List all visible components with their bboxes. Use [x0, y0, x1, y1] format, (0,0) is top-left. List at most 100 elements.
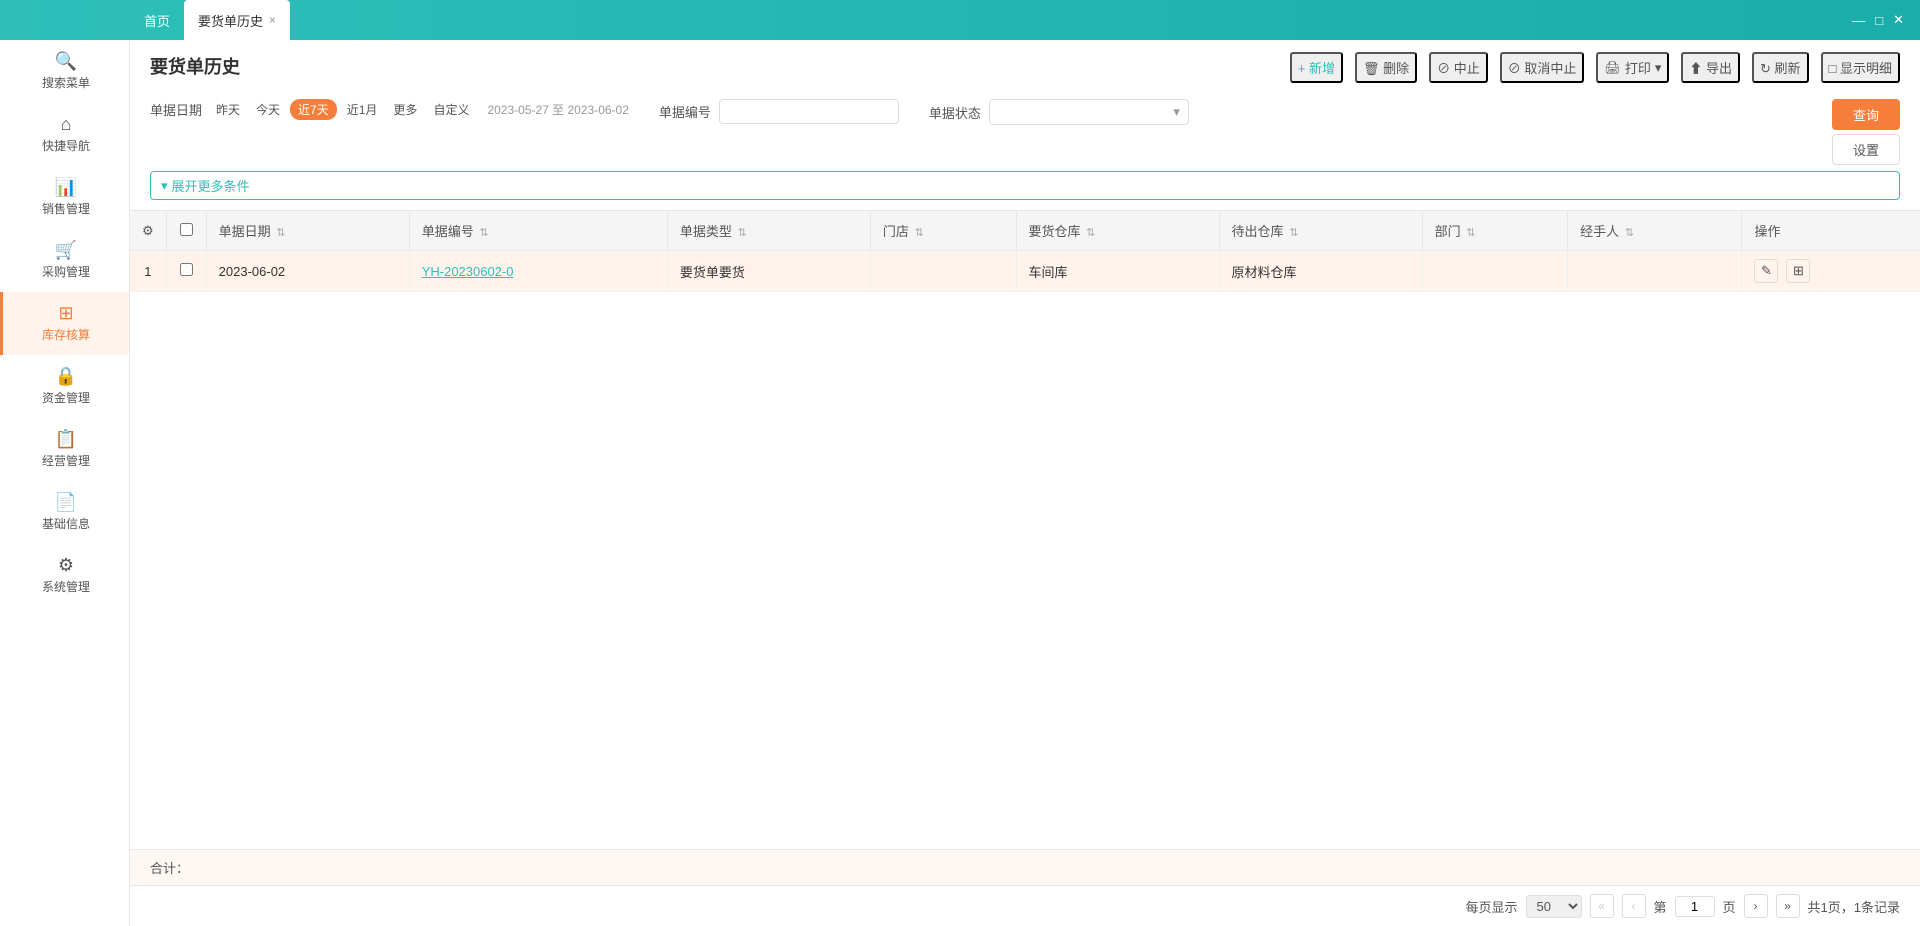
delete-button[interactable]: 🗑 删除 — [1355, 52, 1417, 83]
sidebar: 🔍 搜索菜单 ⌂ 快捷导航 📊 销售管理 🛒 采购管理 ⊞ 库存核算 🔒 资金管… — [0, 40, 130, 926]
finance-icon: 🔒 — [55, 367, 77, 385]
sidebar-item-sales-mgmt[interactable]: 📊 销售管理 — [0, 166, 129, 229]
export-button[interactable]: ⬆ 导出 — [1681, 52, 1740, 83]
col-store-sort: ⇅ — [915, 227, 924, 239]
sidebar-item-quick-nav[interactable]: ⌂ 快捷导航 — [0, 103, 129, 166]
doc-no-label: 单据编号 — [659, 102, 711, 121]
sidebar-item-finance-label: 资金管理 — [42, 389, 90, 406]
cell-req-warehouse: 车间库 — [1016, 251, 1219, 292]
sidebar-item-finance[interactable]: 🔒 资金管理 — [0, 355, 129, 418]
col-pending-warehouse-sort: ⇅ — [1289, 227, 1298, 239]
data-table: ⚙ 单据日期 ⇅ 单据编号 ⇅ 单据类型 — [130, 211, 1920, 292]
col-req-warehouse-label: 要货仓库 — [1029, 224, 1081, 239]
window-max-button[interactable]: □ — [1875, 13, 1883, 28]
sidebar-item-sys-mgmt-label: 系统管理 — [42, 578, 90, 595]
col-doc-date-label: 单据日期 — [219, 224, 271, 239]
row-detail-button[interactable]: ⊞ — [1786, 259, 1810, 283]
total-info: 共1页，1条记录 — [1808, 897, 1900, 916]
show-detail-button[interactable]: □ 显示明细 — [1821, 52, 1900, 83]
sidebar-item-inventory[interactable]: ⊞ 库存核算 — [0, 292, 129, 355]
date-btn-yesterday[interactable]: 昨天 — [210, 99, 246, 120]
expand-icon: ▾ — [161, 178, 168, 194]
col-doc-type[interactable]: 单据类型 ⇅ — [667, 211, 870, 251]
col-dept-sort: ⇅ — [1466, 227, 1475, 239]
cell-checkbox[interactable] — [166, 251, 206, 292]
col-pending-warehouse[interactable]: 待出仓库 ⇅ — [1219, 211, 1422, 251]
window-controls: — □ ✕ — [1852, 12, 1920, 28]
tab-requisition-history[interactable]: 要货单历史 × — [184, 0, 290, 40]
sales-mgmt-icon: 📊 — [55, 178, 77, 196]
table-row: 1 2023-06-02 YH-20230602-0 要货单要货 车间库 原材料… — [130, 251, 1920, 292]
col-ops: 操作 — [1742, 211, 1920, 251]
date-btn-last1month[interactable]: 近1月 — [341, 99, 384, 120]
col-doc-no[interactable]: 单据编号 ⇅ — [409, 211, 667, 251]
prev-page-button[interactable]: ‹ — [1622, 894, 1646, 918]
toolbar: + 新增 🗑 删除 ⊘ 中止 ⊘ 取消中止 🖨 打印 ▾ ⬆ 导出 ↻ 刷新 □… — [1290, 52, 1900, 83]
select-all-checkbox[interactable] — [180, 223, 193, 236]
cell-doc-no[interactable]: YH-20230602-0 — [409, 251, 667, 292]
col-doc-no-sort: ⇅ — [479, 227, 488, 239]
sidebar-item-sales-mgmt-label: 销售管理 — [42, 200, 90, 217]
cancel-stop-button[interactable]: ⊘ 取消中止 — [1500, 52, 1585, 83]
main-layout: 🔍 搜索菜单 ⌂ 快捷导航 📊 销售管理 🛒 采购管理 ⊞ 库存核算 🔒 资金管… — [0, 40, 1920, 926]
new-button[interactable]: + 新增 — [1290, 52, 1343, 83]
row-edit-button[interactable]: ✎ — [1754, 259, 1778, 283]
refresh-button[interactable]: ↻ 刷新 — [1752, 52, 1809, 83]
tab-requisition-history-label: 要货单历史 — [198, 11, 263, 30]
page-header: 要货单历史 + 新增 🗑 删除 ⊘ 中止 ⊘ 取消中止 🖨 打印 ▾ ⬆ 导出 … — [130, 40, 1920, 211]
col-handler[interactable]: 经手人 ⇅ — [1568, 211, 1742, 251]
doc-no-link[interactable]: YH-20230602-0 — [422, 264, 514, 279]
date-filter-group: 单据日期 昨天 今天 近7天 近1月 更多 自定义 2023-05-27 至 2… — [150, 99, 629, 120]
window-close-button[interactable]: ✕ — [1893, 12, 1904, 28]
col-doc-type-sort: ⇅ — [738, 227, 747, 239]
status-label: 单据状态 — [929, 103, 981, 122]
next-page-button[interactable]: › — [1744, 894, 1768, 918]
cell-dept — [1422, 251, 1568, 292]
table-footer: 合计： — [130, 849, 1920, 885]
col-settings[interactable]: ⚙ — [130, 211, 166, 251]
col-doc-no-label: 单据编号 — [422, 224, 474, 239]
search-menu-icon: 🔍 — [55, 52, 77, 70]
sidebar-item-purchase-mgmt[interactable]: 🛒 采购管理 — [0, 229, 129, 292]
setting-button[interactable]: 设置 — [1832, 134, 1900, 165]
purchase-mgmt-icon: 🛒 — [55, 241, 77, 259]
doc-no-input[interactable] — [719, 99, 899, 124]
tab-home[interactable]: 首页 — [130, 0, 184, 40]
content-area: 要货单历史 + 新增 🗑 删除 ⊘ 中止 ⊘ 取消中止 🖨 打印 ▾ ⬆ 导出 … — [130, 40, 1920, 926]
window-min-button[interactable]: — — [1852, 13, 1865, 28]
top-bar: 首页 要货单历史 × — □ ✕ — [0, 0, 1920, 40]
sidebar-item-search-menu[interactable]: 🔍 搜索菜单 — [0, 40, 129, 103]
col-doc-date-sort: ⇅ — [276, 227, 285, 239]
date-btn-last7[interactable]: 近7天 — [290, 99, 337, 120]
first-page-button[interactable]: « — [1590, 894, 1614, 918]
query-button[interactable]: 查询 — [1832, 99, 1900, 130]
tab-close-icon[interactable]: × — [269, 13, 276, 27]
sidebar-item-operations[interactable]: 📋 经营管理 — [0, 418, 129, 481]
col-dept[interactable]: 部门 ⇅ — [1422, 211, 1568, 251]
date-btn-custom[interactable]: 自定义 — [427, 99, 475, 120]
page-size-select[interactable]: 50 100 200 — [1526, 895, 1582, 918]
page-number-input[interactable]: 1 — [1675, 896, 1715, 917]
row-checkbox[interactable] — [180, 263, 193, 276]
sys-mgmt-icon: ⚙ — [58, 556, 74, 574]
sidebar-item-sys-mgmt[interactable]: ⚙ 系统管理 — [0, 544, 129, 607]
status-dropdown-icon: ▾ — [1173, 104, 1180, 120]
expand-label: 展开更多条件 — [172, 176, 250, 195]
expand-filter-button[interactable]: ▾ 展开更多条件 — [150, 171, 1900, 200]
page-label: 页 — [1723, 897, 1736, 916]
stop-button[interactable]: ⊘ 中止 — [1429, 52, 1488, 83]
date-btn-today[interactable]: 今天 — [250, 99, 286, 120]
col-req-warehouse[interactable]: 要货仓库 ⇅ — [1016, 211, 1219, 251]
col-doc-date[interactable]: 单据日期 ⇅ — [206, 211, 409, 251]
col-checkbox — [166, 211, 206, 251]
col-store-label: 门店 — [883, 224, 909, 239]
print-button[interactable]: 🖨 打印 ▾ — [1596, 52, 1669, 83]
operations-icon: 📋 — [55, 430, 77, 448]
table-wrapper: ⚙ 单据日期 ⇅ 单据编号 ⇅ 单据类型 — [130, 211, 1920, 849]
status-select[interactable]: ▾ — [989, 99, 1189, 125]
last-page-button[interactable]: » — [1776, 894, 1800, 918]
col-store[interactable]: 门店 ⇅ — [870, 211, 1016, 251]
date-btn-more[interactable]: 更多 — [387, 99, 423, 120]
cell-ops: ✎ ⊞ — [1742, 251, 1920, 292]
sidebar-item-basic-info[interactable]: 📄 基础信息 — [0, 481, 129, 544]
